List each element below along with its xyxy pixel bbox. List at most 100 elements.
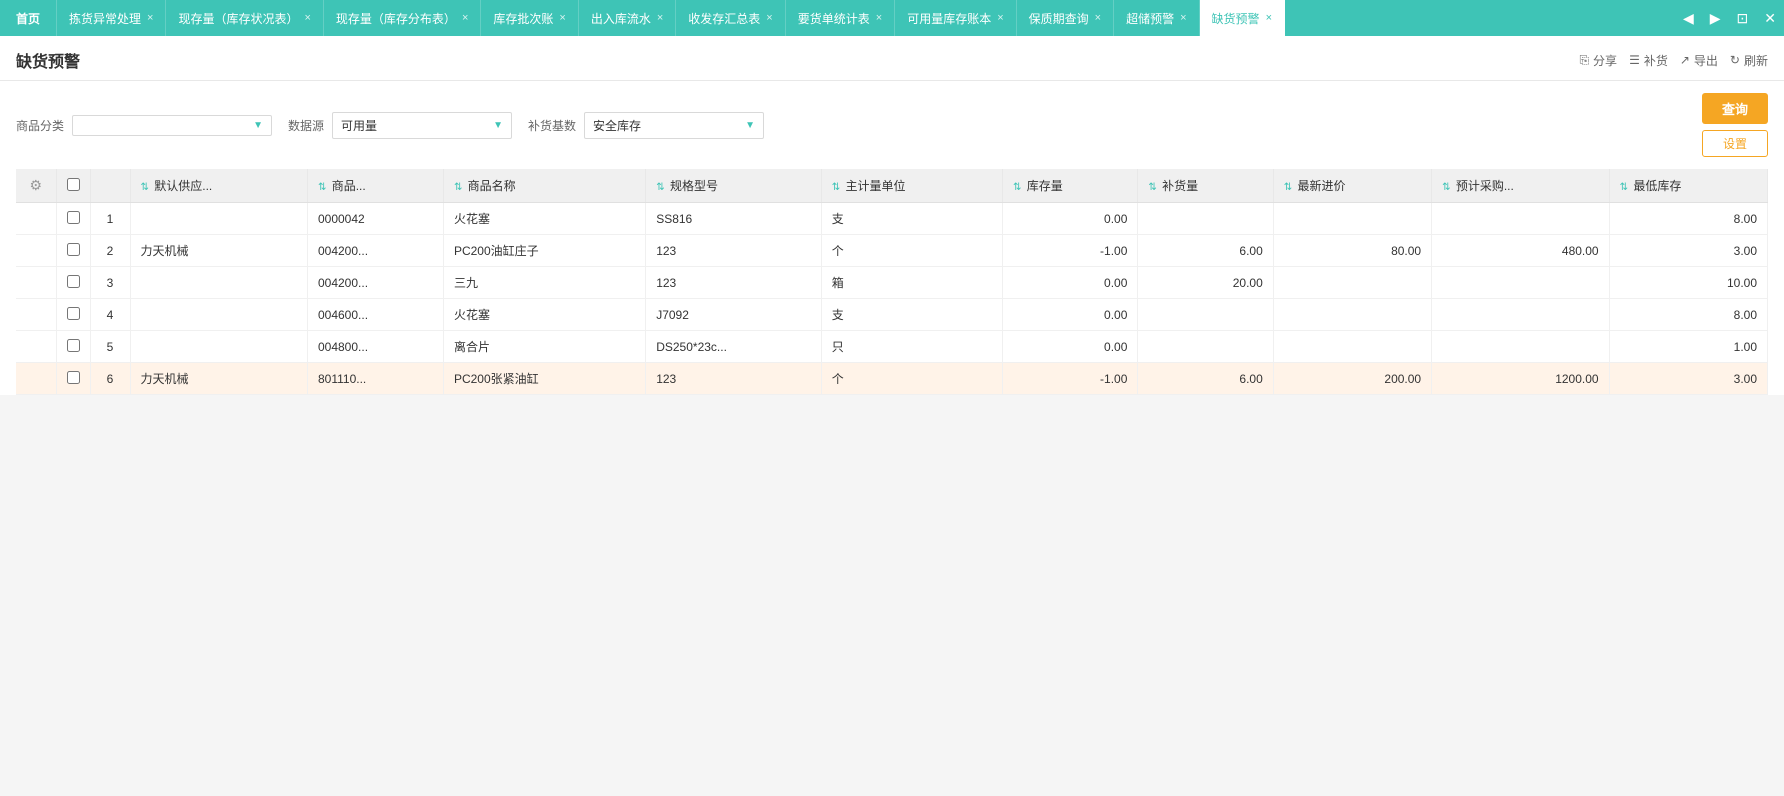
row-spec-2: 123: [646, 267, 822, 299]
row-checkbox-5[interactable]: [56, 363, 90, 395]
refresh-button[interactable]: ↻ 刷新: [1730, 52, 1768, 69]
close-tab-inventory-dist[interactable]: ×: [462, 12, 468, 24]
row-gear-0[interactable]: [16, 203, 56, 235]
tab-expiry[interactable]: 保质期查询 ×: [1017, 0, 1114, 36]
row-product-name-4: 离合片: [443, 331, 645, 363]
close-tab-available-account[interactable]: ×: [997, 12, 1003, 24]
row-spec-4: DS250*23c...: [646, 331, 822, 363]
select-all-checkbox[interactable]: [67, 178, 80, 191]
th-latest-price: ⇅ 最新进价: [1273, 169, 1431, 203]
row-supplier-3: [130, 299, 307, 331]
tab-demand-stat[interactable]: 要货单统计表 ×: [786, 0, 895, 36]
tab-available-account[interactable]: 可用量库存账本 ×: [895, 0, 1016, 36]
row-est-purchase-3: [1432, 299, 1609, 331]
row-supplier-5: 力天机械: [130, 363, 307, 395]
row-gear-4[interactable]: [16, 331, 56, 363]
row-min-stock-1: 3.00: [1609, 235, 1767, 267]
row-unit-0: 支: [821, 203, 1002, 235]
row-num-1: 2: [90, 235, 130, 267]
share-button[interactable]: ⎘ 分享: [1579, 52, 1617, 69]
th-supplier: ⇅ 默认供应...: [130, 169, 307, 203]
th-est-purchase: ⇅ 预计采购...: [1432, 169, 1609, 203]
row-unit-5: 个: [821, 363, 1002, 395]
row-min-stock-4: 1.00: [1609, 331, 1767, 363]
close-tab-demand-stat[interactable]: ×: [876, 12, 882, 24]
row-unit-4: 只: [821, 331, 1002, 363]
close-tab-inventory-status[interactable]: ×: [304, 12, 310, 24]
category-filter-group: 商品分类 ▼: [16, 115, 272, 136]
row-gear-5[interactable]: [16, 363, 56, 395]
tab-batch-account[interactable]: 库存批次账 ×: [481, 0, 578, 36]
th-product-code: ⇅ 商品...: [307, 169, 443, 203]
row-replenish-qty-5: 6.00: [1138, 363, 1273, 395]
export-button[interactable]: ↗ 导出: [1680, 52, 1718, 69]
close-tab-shortage[interactable]: ×: [1266, 12, 1272, 24]
row-est-purchase-1: 480.00: [1432, 235, 1609, 267]
tab-home[interactable]: 首页: [0, 0, 57, 36]
row-product-name-0: 火花塞: [443, 203, 645, 235]
close-tab-picking[interactable]: ×: [147, 12, 153, 24]
replenish-base-select[interactable]: 安全库存 ▼: [584, 112, 764, 139]
tab-summary[interactable]: 收发存汇总表 ×: [676, 0, 785, 36]
close-tab-overstock[interactable]: ×: [1180, 12, 1186, 24]
th-checkbox: [56, 169, 90, 203]
shortage-table: ⚙ ⇅ 默认供应... ⇅ 商品... ⇅: [16, 169, 1768, 395]
row-stock-5: -1.00: [1003, 363, 1138, 395]
nav-next-btn[interactable]: ▶: [1702, 10, 1729, 27]
sort-replenish-qty-icon: ⇅: [1148, 182, 1156, 193]
row-min-stock-5: 3.00: [1609, 363, 1767, 395]
row-spec-3: J7092: [646, 299, 822, 331]
row-product-code-3: 004600...: [307, 299, 443, 331]
row-stock-0: 0.00: [1003, 203, 1138, 235]
row-product-name-2: 三九: [443, 267, 645, 299]
sort-supplier-icon: ⇅: [141, 182, 149, 193]
table-container: ⚙ ⇅ 默认供应... ⇅ 商品... ⇅: [0, 169, 1784, 395]
datasource-select[interactable]: 可用量 ▼: [332, 112, 512, 139]
tab-inventory-dist[interactable]: 现存量（库存分布表） ×: [324, 0, 481, 36]
row-latest-price-0: [1273, 203, 1431, 235]
close-tab-expiry[interactable]: ×: [1095, 12, 1101, 24]
close-tab-summary[interactable]: ×: [766, 12, 772, 24]
datasource-value: 可用量: [341, 117, 377, 134]
tab-shortage[interactable]: 缺货预警 ×: [1200, 0, 1285, 36]
row-checkbox-1[interactable]: [56, 235, 90, 267]
row-supplier-4: [130, 331, 307, 363]
row-checkbox-4[interactable]: [56, 331, 90, 363]
row-checkbox-0[interactable]: [56, 203, 90, 235]
gear-settings-icon[interactable]: ⚙: [29, 177, 42, 193]
replenish-button[interactable]: ☰ 补货: [1629, 52, 1668, 69]
row-product-name-3: 火花塞: [443, 299, 645, 331]
row-gear-3[interactable]: [16, 299, 56, 331]
table-row: 1 0000042 火花塞 SS816 支 0.00 8.00: [16, 203, 1768, 235]
row-num-0: 1: [90, 203, 130, 235]
row-unit-1: 个: [821, 235, 1002, 267]
row-checkbox-2[interactable]: [56, 267, 90, 299]
row-checkbox-3[interactable]: [56, 299, 90, 331]
row-gear-2[interactable]: [16, 267, 56, 299]
row-replenish-qty-0: [1138, 203, 1273, 235]
close-tab-batch-account[interactable]: ×: [559, 12, 565, 24]
tab-inventory-status[interactable]: 现存量（库存状况表） ×: [166, 0, 323, 36]
replenish-base-value: 安全库存: [593, 117, 641, 134]
window-restore-btn[interactable]: ⊡: [1729, 10, 1757, 27]
row-product-code-1: 004200...: [307, 235, 443, 267]
nav-prev-btn[interactable]: ◀: [1675, 10, 1702, 27]
query-button[interactable]: 查询: [1702, 93, 1768, 124]
filter-bar: 商品分类 ▼ 数据源 可用量 ▼ 补货基数 安全库存 ▼ 查询 设置: [0, 81, 1784, 169]
top-nav: 首页 拣货异常处理 × 现存量（库存状况表） × 现存量（库存分布表） × 库存…: [0, 0, 1784, 36]
close-tab-inout-flow[interactable]: ×: [657, 12, 663, 24]
tab-picking[interactable]: 拣货异常处理 ×: [57, 0, 166, 36]
tab-inout-flow[interactable]: 出入库流水 ×: [579, 0, 676, 36]
row-gear-1[interactable]: [16, 235, 56, 267]
category-select[interactable]: ▼: [72, 115, 272, 136]
settings-button[interactable]: 设置: [1702, 130, 1768, 157]
filter-actions: 查询 设置: [1702, 93, 1768, 157]
row-min-stock-0: 8.00: [1609, 203, 1767, 235]
row-latest-price-2: [1273, 267, 1431, 299]
tab-overstock[interactable]: 超储预警 ×: [1114, 0, 1199, 36]
window-close-btn[interactable]: ✕: [1756, 10, 1784, 27]
row-product-code-5: 801110...: [307, 363, 443, 395]
row-stock-4: 0.00: [1003, 331, 1138, 363]
row-min-stock-3: 8.00: [1609, 299, 1767, 331]
th-rownum: [90, 169, 130, 203]
